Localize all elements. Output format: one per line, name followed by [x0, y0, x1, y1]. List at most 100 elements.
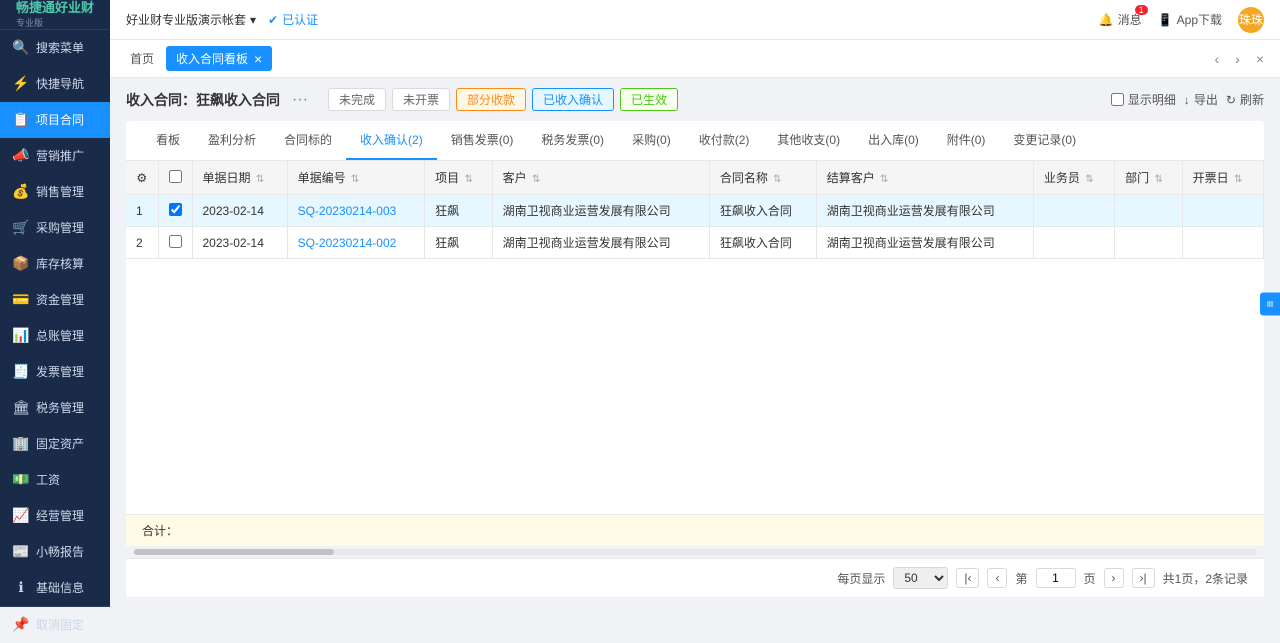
- tab-contract-board[interactable]: 收入合同看板 ×: [166, 46, 272, 71]
- sidebar-item-4[interactable]: 💰销售管理: [0, 174, 110, 210]
- tab-home[interactable]: 首页: [122, 50, 162, 67]
- sort-project-icon: ⇅: [465, 174, 473, 185]
- table-row[interactable]: 2 2023-02-14 SQ-20230214-002 狂飙 湖南卫视商业运营…: [126, 227, 1264, 259]
- sidebar-item-3[interactable]: 📣营销推广: [0, 138, 110, 174]
- sidebar-item-9[interactable]: 🧾发票管理: [0, 354, 110, 390]
- page-number-input[interactable]: [1036, 568, 1076, 588]
- action-btn-0[interactable]: 显示明细: [1111, 91, 1176, 108]
- cell-check-0[interactable]: [158, 195, 192, 227]
- message-button[interactable]: 🔔 消息 1: [1099, 11, 1142, 28]
- sidebar-item-2[interactable]: 📋项目合同: [0, 102, 110, 138]
- inner-tab-5[interactable]: 税务发票(0): [527, 121, 618, 160]
- sidebar-item-6[interactable]: 📦库存核算: [0, 246, 110, 282]
- row-checkbox-0[interactable]: [169, 203, 182, 216]
- sidebar-item-15[interactable]: ℹ基础信息: [0, 570, 110, 606]
- contract-more-btn[interactable]: ···: [292, 91, 308, 109]
- status-btn-4[interactable]: 已生效: [620, 88, 678, 111]
- cell-customer-1: 湖南卫视商业运营发展有限公司: [492, 227, 709, 259]
- tab-next-icon[interactable]: ›: [1231, 49, 1244, 69]
- inner-tab-7[interactable]: 收付款(2): [685, 121, 764, 160]
- th-salesman: 业务员 ⇅: [1033, 161, 1114, 195]
- data-table: ⚙ 单据日期 ⇅ 单据编号 ⇅ 项目 ⇅ 客户 ⇅ 合同名称 ⇅ 结算客户 ⇅ …: [126, 161, 1264, 259]
- app-download-icon: 📱: [1158, 13, 1173, 27]
- prev-page-btn[interactable]: ‹: [987, 568, 1007, 588]
- inner-tab-10[interactable]: 附件(0): [933, 121, 1000, 160]
- select-all-checkbox[interactable]: [169, 170, 182, 183]
- status-btn-3[interactable]: 已收入确认: [532, 88, 614, 111]
- cell-number-0[interactable]: SQ-20230214-003: [287, 195, 425, 227]
- settings-icon[interactable]: ⚙: [136, 171, 147, 185]
- th-settle-customer: 结算客户 ⇅: [816, 161, 1033, 195]
- sidebar-label-6: 库存核算: [36, 255, 84, 272]
- horizontal-scrollbar[interactable]: [126, 546, 1264, 558]
- sidebar-bottom-pin[interactable]: 📌 取消固定: [0, 607, 110, 643]
- sort-settle-icon: ⇅: [880, 174, 888, 185]
- sidebar-item-14[interactable]: 📰小畅报告: [0, 534, 110, 570]
- scrollbar-thumb[interactable]: [134, 549, 334, 555]
- sidebar-item-11[interactable]: 🏢固定资产: [0, 426, 110, 462]
- action-btn-1[interactable]: ↓导出: [1184, 91, 1218, 108]
- floating-right-btn[interactable]: ≡: [1260, 292, 1280, 315]
- tab-close-icon[interactable]: ×: [254, 52, 262, 66]
- sidebar-bottom-label: 取消固定: [36, 616, 84, 633]
- inner-tab-8[interactable]: 其他收支(0): [763, 121, 854, 160]
- inner-tab-4[interactable]: 销售发票(0): [437, 121, 528, 160]
- certified-label: 已认证: [282, 11, 318, 28]
- inner-tab-3[interactable]: 收入确认(2): [346, 121, 437, 160]
- table-row[interactable]: 1 2023-02-14 SQ-20230214-003 狂飙 湖南卫视商业运营…: [126, 195, 1264, 227]
- tab-prev-icon[interactable]: ‹: [1210, 49, 1223, 69]
- sidebar-label-11: 固定资产: [36, 435, 84, 452]
- sidebar-item-13[interactable]: 📈经营管理: [0, 498, 110, 534]
- sidebar-item-1[interactable]: ⚡快捷导航: [0, 66, 110, 102]
- th-settings: ⚙: [126, 161, 158, 195]
- company-selector[interactable]: 好业财专业版演示帐套 ▾: [126, 11, 256, 28]
- sidebar-label-2: 项目合同: [36, 111, 84, 128]
- sidebar-item-5[interactable]: 🛒采购管理: [0, 210, 110, 246]
- inner-tab-6[interactable]: 采购(0): [618, 121, 685, 160]
- first-page-btn[interactable]: |‹: [956, 568, 979, 588]
- status-btn-1[interactable]: 未开票: [392, 88, 450, 111]
- inner-tab-9[interactable]: 出入库(0): [854, 121, 933, 160]
- user-avatar[interactable]: 珠珠: [1238, 7, 1264, 33]
- row-checkbox-1[interactable]: [169, 235, 182, 248]
- inner-tab-1[interactable]: 盈利分析: [194, 121, 270, 160]
- cell-check-1[interactable]: [158, 227, 192, 259]
- avatar-text: 珠珠: [1239, 11, 1263, 28]
- app-download-button[interactable]: 📱 App下载: [1158, 11, 1222, 28]
- contract-title: 收入合同：狂飙收入合同: [126, 90, 280, 110]
- sidebar-item-10[interactable]: 🏛 税务管理: [0, 390, 110, 426]
- doc-number-link-0[interactable]: SQ-20230214-003: [298, 204, 397, 218]
- next-page-btn[interactable]: ›: [1104, 568, 1124, 588]
- sidebar-icon-10: 🏛: [12, 399, 30, 417]
- sidebar-item-7[interactable]: 💳资金管理: [0, 282, 110, 318]
- cell-no-1: 2: [126, 227, 158, 259]
- cell-dept-1: [1115, 227, 1182, 259]
- table-header-row: ⚙ 单据日期 ⇅ 单据编号 ⇅ 项目 ⇅ 客户 ⇅ 合同名称 ⇅ 结算客户 ⇅ …: [126, 161, 1264, 195]
- action-label-0: 显示明细: [1128, 91, 1176, 108]
- inner-tab-11[interactable]: 变更记录(0): [999, 121, 1090, 160]
- cell-number-1[interactable]: SQ-20230214-002: [287, 227, 425, 259]
- total-records-label: 共1页，2条记录: [1163, 570, 1248, 587]
- cell-settle-0: 湖南卫视商业运营发展有限公司: [816, 195, 1033, 227]
- status-btn-2[interactable]: 部分收款: [456, 88, 526, 111]
- inner-tab-2[interactable]: 合同标的: [270, 121, 346, 160]
- sidebar-icon-5: 🛒: [12, 219, 30, 237]
- th-customer: 客户 ⇅: [492, 161, 709, 195]
- certified-check-icon: ✔: [268, 13, 278, 27]
- last-page-btn[interactable]: ›|: [1132, 568, 1155, 588]
- sidebar-item-12[interactable]: 💵工资: [0, 462, 110, 498]
- sidebar-label-12: 工资: [36, 471, 60, 488]
- sidebar-item-0[interactable]: 🔍搜索菜单: [0, 30, 110, 66]
- show-detail-checkbox[interactable]: [1111, 93, 1124, 106]
- action-btn-2[interactable]: ↻刷新: [1226, 91, 1264, 108]
- sidebar-label-13: 经营管理: [36, 507, 84, 524]
- page-size-select[interactable]: 50 20 100: [893, 567, 948, 589]
- sidebar-item-8[interactable]: 📊总账管理: [0, 318, 110, 354]
- sidebar-icon-1: ⚡: [12, 75, 30, 93]
- doc-number-link-1[interactable]: SQ-20230214-002: [298, 236, 397, 250]
- inner-tab-0[interactable]: 看板: [142, 121, 194, 160]
- page-content: 收入合同：狂飙收入合同 ··· 未完成未开票部分收款已收入确认已生效 显示明细 ↓…: [110, 78, 1280, 607]
- tab-close-all-icon[interactable]: ×: [1252, 49, 1268, 69]
- sidebar-label-10: 税务管理: [36, 399, 84, 416]
- status-btn-0[interactable]: 未完成: [328, 88, 386, 111]
